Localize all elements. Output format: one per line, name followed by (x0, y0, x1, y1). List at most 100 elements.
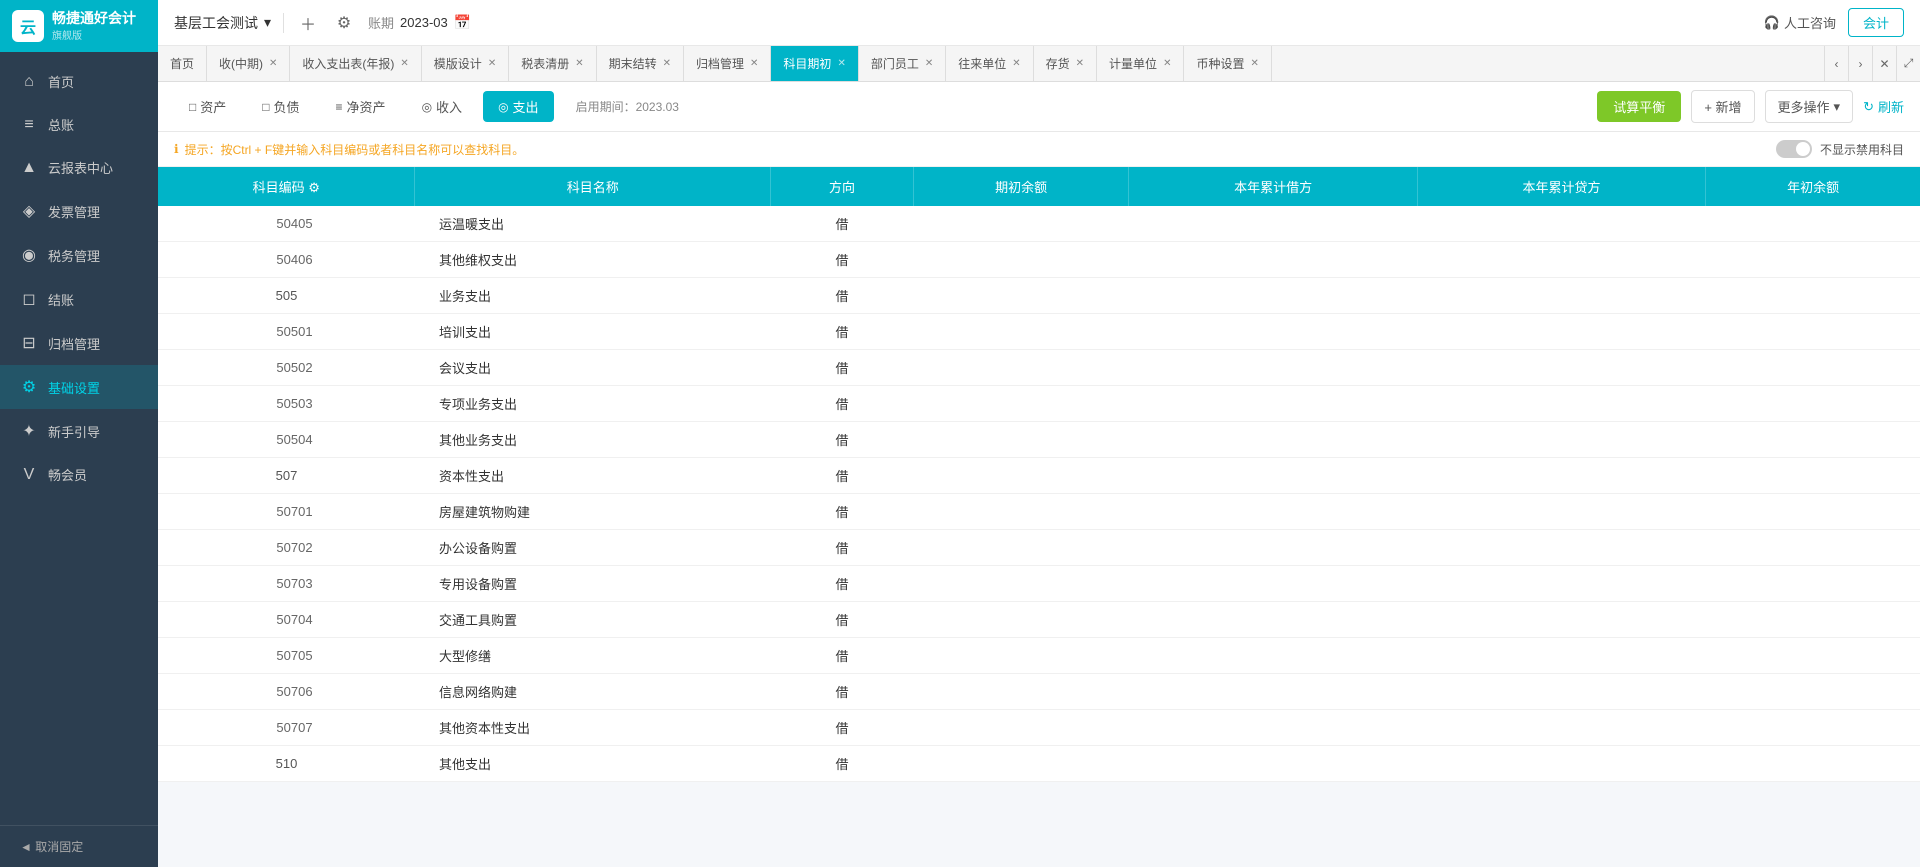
tab-close-unit[interactable]: ✕ (1163, 58, 1171, 69)
tab-inventory[interactable]: 存货✕ (1034, 46, 1097, 82)
tab-close-vendor[interactable]: ✕ (1012, 58, 1020, 69)
notice-icon: ℹ (174, 142, 179, 156)
tab-vendor[interactable]: 往来单位✕ (946, 46, 1033, 82)
cell-ytd-debit-4 (1129, 350, 1417, 386)
settings-button[interactable]: ⚙ (332, 11, 356, 35)
tab-interim[interactable]: 收(中期)✕ (207, 46, 290, 82)
cell-name-7: 资本性支出 (415, 458, 771, 494)
tab-subject_init[interactable]: 科目期初✕ (771, 46, 858, 82)
table-row[interactable]: 50705 大型修缮 借 (158, 638, 1920, 674)
sidebar-item-basic[interactable]: ⚙ 基础设置 (0, 365, 158, 409)
tab-close-all[interactable]: ✕ (1872, 46, 1896, 82)
balance-button[interactable]: 试算平衡 (1597, 91, 1681, 122)
sidebar-logo: 云 畅捷通好会计 旗舰版 (0, 0, 158, 52)
calendar-icon[interactable]: 📅 (454, 14, 471, 31)
table-row[interactable]: 50501 培训支出 借 (158, 314, 1920, 350)
company-selector[interactable]: 基层工会测试 ▾ (174, 13, 271, 33)
cell-code-12: 50705 (158, 638, 415, 674)
tab-close-tax[interactable]: ✕ (575, 58, 583, 69)
sidebar-item-ledger[interactable]: ≡ 总账 (0, 103, 158, 146)
sidebar-item-member[interactable]: V 畅会员 (0, 453, 158, 496)
tab-close-department[interactable]: ✕ (925, 58, 933, 69)
subtab-net_asset[interactable]: ≡净资产 (321, 91, 401, 122)
tab-close-income[interactable]: ✕ (400, 58, 408, 69)
table-row[interactable]: 50707 其他资本性支出 借 (158, 710, 1920, 746)
disable-toggle[interactable] (1776, 140, 1812, 158)
tab-label-currency: 币种设置 (1196, 55, 1244, 72)
add-button[interactable]: + 新增 (1691, 90, 1754, 123)
sidebar-icon-guide: ✦ (20, 421, 38, 441)
tab-close-interim[interactable]: ✕ (269, 58, 277, 69)
tab-scroll-right[interactable]: › (1848, 46, 1872, 82)
table-row[interactable]: 50503 专项业务支出 借 (158, 386, 1920, 422)
tab-close-period_end[interactable]: ✕ (663, 58, 671, 69)
notice-bar-right: 不显示禁用科目 (1776, 140, 1904, 158)
sidebar-item-settle[interactable]: ◻ 结账 (0, 277, 158, 321)
tab-label-income: 收入支出表(年报) (302, 55, 394, 72)
sidebar-pin-toggle[interactable]: ◄ 取消固定 (0, 825, 158, 867)
sidebar-item-guide[interactable]: ✦ 新手引导 (0, 409, 158, 453)
cell-code-13: 50706 (158, 674, 415, 710)
sidebar-item-tax[interactable]: ◉ 税务管理 (0, 233, 158, 277)
tab-unit[interactable]: 计量单位✕ (1097, 46, 1184, 82)
user-role-button[interactable]: 会计 (1848, 8, 1904, 37)
cell-year-opening-2 (1706, 278, 1920, 314)
subtab-income[interactable]: ◎收入 (407, 91, 478, 122)
add-company-button[interactable]: ＋ (296, 11, 320, 35)
tab-income[interactable]: 收入支出表(年报) ✕ (290, 46, 421, 82)
cell-code-7: 507 (158, 458, 415, 494)
cell-direction-11: 借 (771, 602, 914, 638)
tab-filing[interactable]: 归档管理✕ (684, 46, 771, 82)
help-button[interactable]: 🎧 人工咨询 (1764, 13, 1836, 32)
tab-expand[interactable]: ⤢ (1896, 46, 1920, 82)
headset-icon: 🎧 (1764, 15, 1780, 31)
table-row[interactable]: 50504 其他业务支出 借 (158, 422, 1920, 458)
table-row[interactable]: 50702 办公设备购置 借 (158, 530, 1920, 566)
main-area: 基层工会测试 ▾ ＋ ⚙ 账期 2023-03 📅 🎧 人工咨询 会计 首页收(… (158, 0, 1920, 867)
tab-close-filing[interactable]: ✕ (750, 58, 758, 69)
cell-name-15: 其他支出 (415, 746, 771, 782)
column-settings-icon[interactable]: ⚙ (308, 180, 320, 195)
table-row[interactable]: 507 资本性支出 借 (158, 458, 1920, 494)
sidebar-icon-tax: ◉ (20, 245, 38, 265)
cell-code-0: 50405 (158, 206, 415, 242)
tab-home[interactable]: 首页 (158, 46, 207, 82)
more-actions-button[interactable]: 更多操作 ▾ (1765, 90, 1854, 123)
sidebar-item-home[interactable]: ⌂ 首页 (0, 60, 158, 103)
tab-close-inventory[interactable]: ✕ (1076, 58, 1084, 69)
table-row[interactable]: 50704 交通工具购置 借 (158, 602, 1920, 638)
tab-scroll-left[interactable]: ‹ (1824, 46, 1848, 82)
tab-department[interactable]: 部门员工✕ (859, 46, 946, 82)
table-row[interactable]: 50502 会议支出 借 (158, 350, 1920, 386)
table-row[interactable]: 50701 房屋建筑物购建 借 (158, 494, 1920, 530)
subtabs-actions: 试算平衡 + 新增 更多操作 ▾ ↻ 刷新 (1597, 90, 1904, 123)
sidebar-item-archive[interactable]: ⊟ 归档管理 (0, 321, 158, 365)
subtab-liability[interactable]: □负债 (247, 91, 314, 122)
sidebar-item-invoice[interactable]: ◈ 发票管理 (0, 189, 158, 233)
cell-direction-6: 借 (771, 422, 914, 458)
cell-ytd-credit-0 (1417, 206, 1705, 242)
period-label: 启用期间：2023.03 (576, 98, 679, 115)
tab-period_end[interactable]: 期末结转✕ (597, 46, 684, 82)
tab-currency[interactable]: 币种设置 ✕ (1184, 46, 1271, 82)
table-row[interactable]: 50703 专用设备购置 借 (158, 566, 1920, 602)
tab-tax[interactable]: 税表清册✕ (509, 46, 596, 82)
tab-close-currency[interactable]: ✕ (1250, 58, 1258, 69)
tab-close-subject_init[interactable]: ✕ (837, 58, 845, 69)
tab-template[interactable]: 模版设计 ✕ (422, 46, 509, 82)
tab-label-template: 模版设计 (434, 55, 482, 72)
refresh-button[interactable]: ↻ 刷新 (1863, 97, 1904, 116)
cell-year-opening-15 (1706, 746, 1920, 782)
sidebar-label-basic: 基础设置 (48, 378, 100, 397)
subtab-asset[interactable]: □资产 (174, 91, 241, 122)
table-row[interactable]: 505 业务支出 借 (158, 278, 1920, 314)
table-row[interactable]: 50706 信息网络购建 借 (158, 674, 1920, 710)
tab-close-template[interactable]: ✕ (488, 58, 496, 69)
table-row[interactable]: 50406 其他维权支出 借 (158, 242, 1920, 278)
table-row[interactable]: 50405 运温暖支出 借 (158, 206, 1920, 242)
cell-direction-5: 借 (771, 386, 914, 422)
subtab-expenditure[interactable]: ◎支出 (483, 91, 554, 122)
table-row[interactable]: 510 其他支出 借 (158, 746, 1920, 782)
sidebar-label-home: 首页 (48, 72, 74, 91)
sidebar-item-report[interactable]: ▲ 云报表中心 (0, 146, 158, 189)
